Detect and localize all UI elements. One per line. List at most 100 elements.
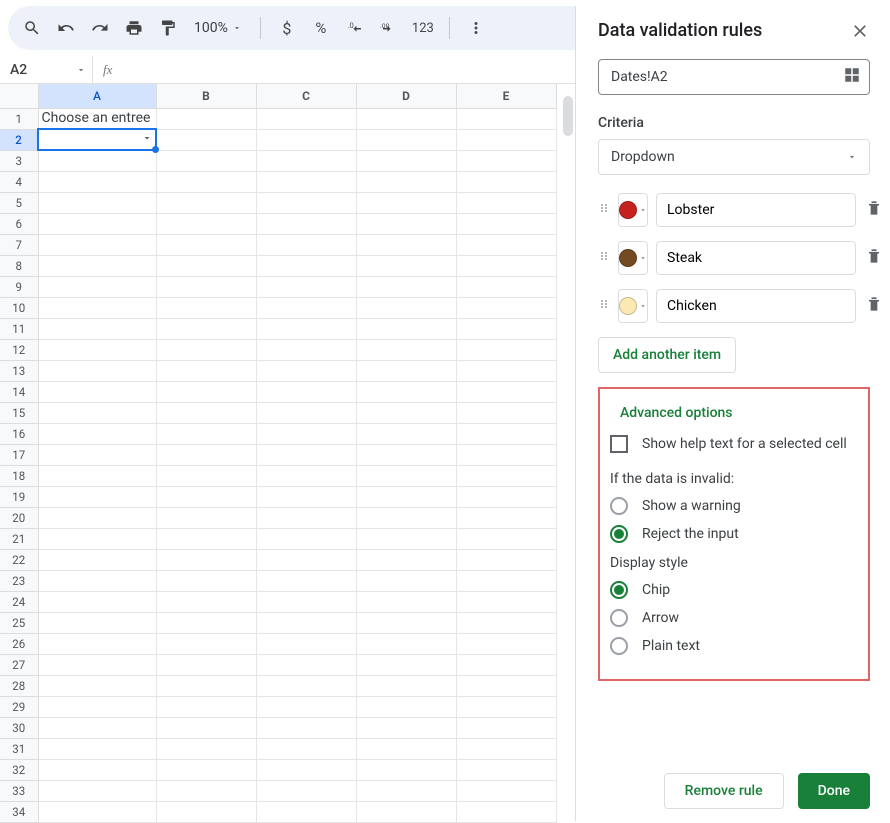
help-text-checkbox[interactable] [610, 435, 628, 453]
cell[interactable] [356, 276, 456, 297]
cell[interactable] [156, 780, 256, 801]
row-head-27[interactable]: 27 [0, 654, 38, 675]
drag-handle-icon[interactable] [598, 247, 610, 269]
row-head-22[interactable]: 22 [0, 549, 38, 570]
cell[interactable] [156, 612, 256, 633]
cell[interactable] [38, 381, 156, 402]
cell[interactable] [356, 423, 456, 444]
cell[interactable] [456, 129, 556, 150]
cell[interactable] [256, 633, 356, 654]
cell[interactable] [256, 465, 356, 486]
cell[interactable] [256, 612, 356, 633]
dropdown-chip-icon[interactable] [141, 132, 153, 148]
color-picker[interactable] [618, 289, 648, 323]
cell[interactable] [256, 507, 356, 528]
cell[interactable] [356, 633, 456, 654]
row-head-3[interactable]: 3 [0, 150, 38, 171]
cell[interactable] [256, 570, 356, 591]
radio-chip[interactable]: Chip [610, 581, 858, 599]
cell[interactable] [456, 759, 556, 780]
cell[interactable] [256, 696, 356, 717]
cell[interactable] [356, 297, 456, 318]
cell[interactable] [38, 339, 156, 360]
cell[interactable] [256, 381, 356, 402]
name-box[interactable]: A2 [6, 62, 92, 78]
radio-plain-text[interactable]: Plain text [610, 637, 858, 655]
cell[interactable] [256, 255, 356, 276]
cell[interactable] [38, 717, 156, 738]
row-head-32[interactable]: 32 [0, 759, 38, 780]
cell[interactable] [456, 528, 556, 549]
cell[interactable] [356, 171, 456, 192]
cell[interactable] [456, 717, 556, 738]
cell[interactable] [38, 444, 156, 465]
paint-format-icon[interactable] [154, 14, 182, 42]
cell[interactable] [456, 255, 556, 276]
cell[interactable] [356, 570, 456, 591]
cell[interactable] [156, 717, 256, 738]
cell[interactable] [156, 528, 256, 549]
cell[interactable] [456, 675, 556, 696]
col-head-C[interactable]: C [256, 84, 356, 108]
cell[interactable] [256, 150, 356, 171]
color-picker[interactable] [618, 241, 648, 275]
more-icon[interactable] [462, 14, 490, 42]
cell[interactable] [456, 297, 556, 318]
col-head-D[interactable]: D [356, 84, 456, 108]
cell[interactable] [156, 444, 256, 465]
cell[interactable] [156, 507, 256, 528]
row-head-15[interactable]: 15 [0, 402, 38, 423]
cell[interactable] [456, 465, 556, 486]
cell[interactable] [356, 381, 456, 402]
cell[interactable] [38, 612, 156, 633]
cell[interactable] [256, 213, 356, 234]
cell[interactable] [156, 150, 256, 171]
cell[interactable] [38, 213, 156, 234]
vertical-scrollbar[interactable] [563, 96, 573, 136]
cell[interactable] [456, 150, 556, 171]
cell[interactable] [456, 339, 556, 360]
cell[interactable] [356, 591, 456, 612]
radio-icon[interactable] [610, 497, 628, 515]
cell[interactable] [456, 213, 556, 234]
row-head-25[interactable]: 25 [0, 612, 38, 633]
cell[interactable] [38, 150, 156, 171]
cell[interactable] [38, 318, 156, 339]
cell[interactable] [456, 633, 556, 654]
row-head-14[interactable]: 14 [0, 381, 38, 402]
cell[interactable] [38, 192, 156, 213]
cell[interactable] [256, 801, 356, 822]
cell[interactable] [456, 738, 556, 759]
row-head-13[interactable]: 13 [0, 360, 38, 381]
cell[interactable] [38, 675, 156, 696]
cell[interactable] [38, 738, 156, 759]
cell[interactable] [38, 759, 156, 780]
cell[interactable] [356, 360, 456, 381]
cell[interactable] [156, 591, 256, 612]
spreadsheet-grid[interactable]: A B C D E 1Choose an entree2345678910111… [0, 84, 557, 823]
radio-icon[interactable] [610, 525, 628, 543]
delete-item-icon[interactable] [864, 294, 884, 318]
cell[interactable] [456, 444, 556, 465]
cell[interactable] [38, 570, 156, 591]
cell[interactable] [356, 507, 456, 528]
cell[interactable] [256, 738, 356, 759]
cell[interactable] [456, 360, 556, 381]
row-head-7[interactable]: 7 [0, 234, 38, 255]
cell[interactable] [356, 213, 456, 234]
cell[interactable] [156, 255, 256, 276]
col-head-E[interactable]: E [456, 84, 556, 108]
cell[interactable] [356, 234, 456, 255]
cell[interactable] [38, 696, 156, 717]
help-text-checkbox-row[interactable]: Show help text for a selected cell [610, 435, 858, 453]
row-head-20[interactable]: 20 [0, 507, 38, 528]
cell[interactable] [156, 318, 256, 339]
cell[interactable] [456, 486, 556, 507]
cell[interactable] [156, 129, 256, 150]
cell[interactable] [38, 297, 156, 318]
cell[interactable] [156, 633, 256, 654]
cell[interactable] [156, 381, 256, 402]
cell[interactable] [256, 591, 356, 612]
row-head-33[interactable]: 33 [0, 780, 38, 801]
row-head-30[interactable]: 30 [0, 717, 38, 738]
